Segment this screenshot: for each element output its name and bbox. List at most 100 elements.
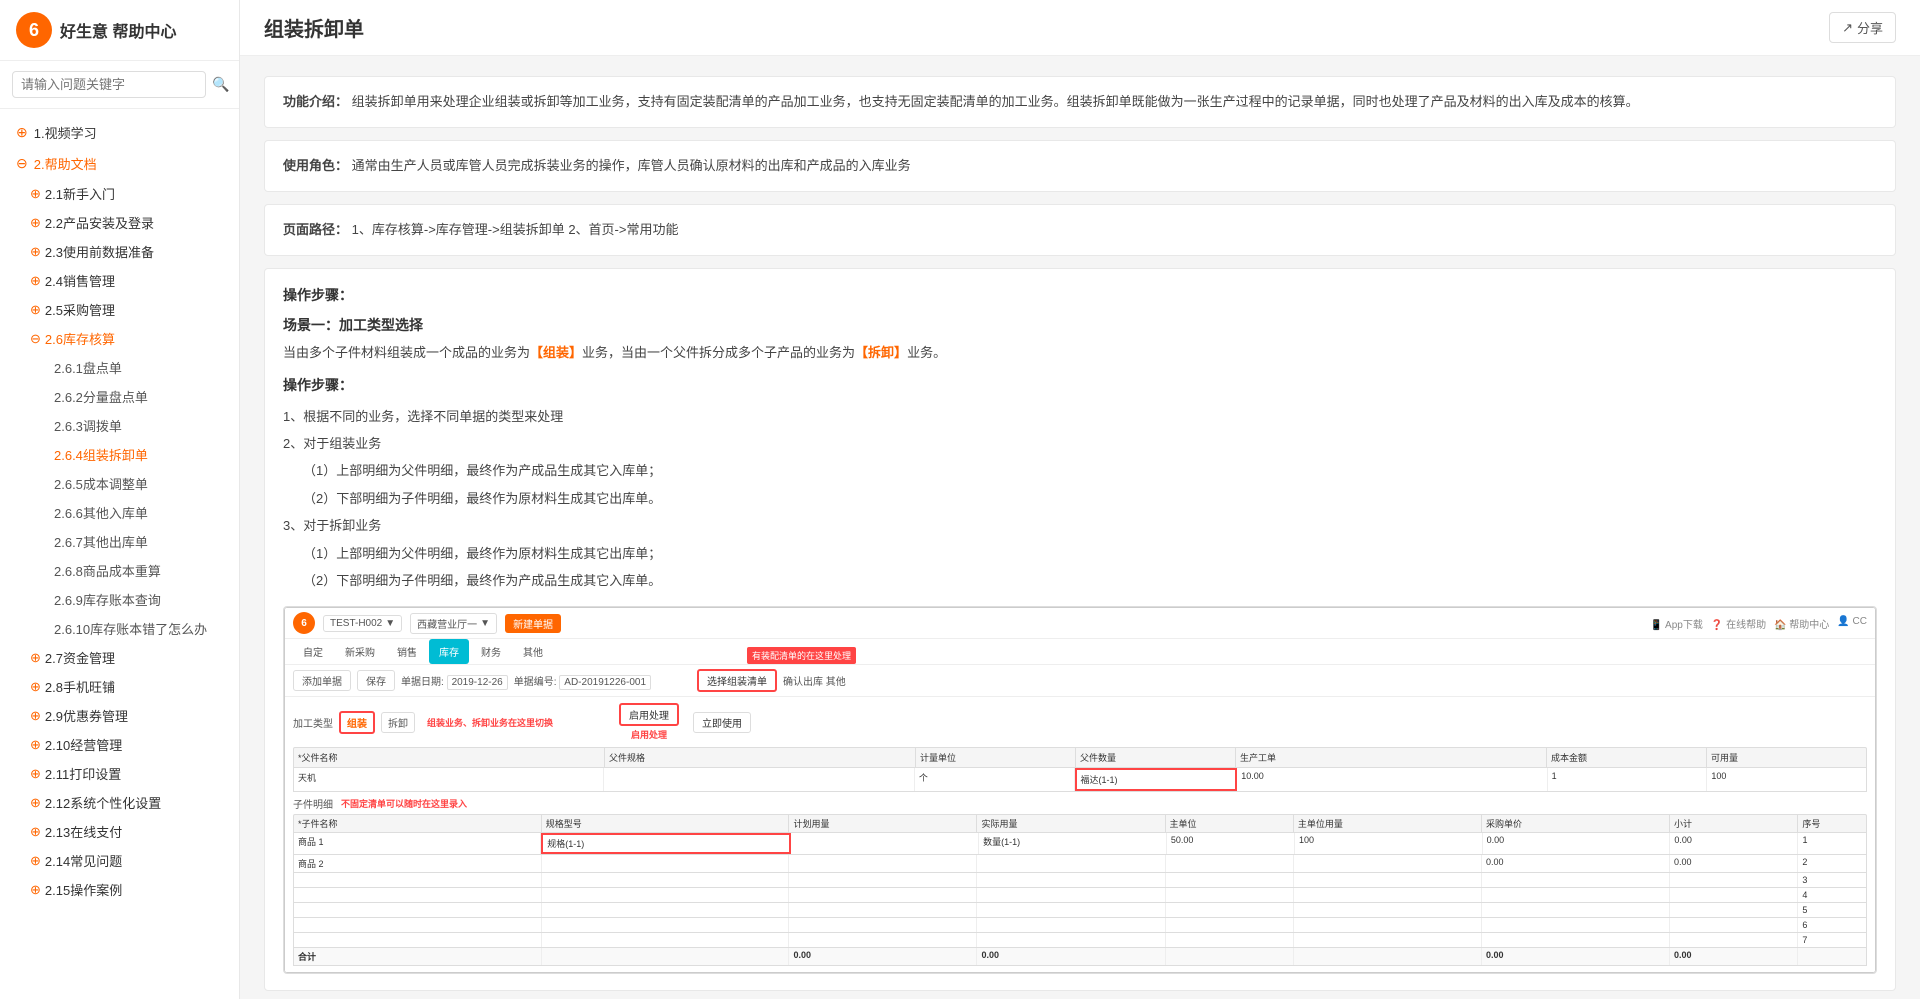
branch-dropdown[interactable]: 西藏营业厅一 ▼ xyxy=(410,613,497,634)
path-label: 页面路径： xyxy=(283,222,348,237)
sidebar-item-other-in[interactable]: 2.6.6其他入库单 xyxy=(54,498,239,527)
step3-1: （1）上部明细为父件明细，最终作为原材料生成其它出库单； xyxy=(303,542,1877,565)
operations-title: 操作步骤： xyxy=(283,285,1877,305)
sidebar-item-helpdocs[interactable]: ⊖ 2.帮助文档 xyxy=(0,148,239,179)
sidebar-item-mobile[interactable]: ⊕ 2.8手机旺铺 xyxy=(30,672,239,701)
app-topbar: 6 TEST-H002 ▼ 西藏营业厅一 ▼ 新建单据 📱 App下载 ❓ xyxy=(285,608,1875,639)
annotation1-bubble: 有装配清单的在这里处理 xyxy=(747,647,856,664)
path-text: 1、库存核算->库存管理->组装拆卸单 2、首页->常用功能 xyxy=(352,222,679,237)
sidebar-item-coupon[interactable]: ⊕ 2.9优惠券管理 xyxy=(30,701,239,730)
logo-area: 6 好生意 帮助中心 xyxy=(0,0,239,61)
more-actions: 确认出库 其他 xyxy=(783,673,846,688)
type-label: 加工类型 xyxy=(293,715,333,730)
role-text: 通常由生产人员或库管人员完成拆装业务的操作，库管人员确认原材料的出库和产成品的入… xyxy=(352,158,911,173)
sidebar-item-print[interactable]: ⊕ 2.11打印设置 xyxy=(30,759,239,788)
doc-toolbar: 添加单据 保存 单据日期: 2019-12-26 单据编号: AD-201912… xyxy=(285,665,1875,697)
annotation4: 不固定清单可以随时在这里录入 xyxy=(341,797,467,810)
assembly-btn-annotated[interactable]: 选择组装清单 xyxy=(697,669,777,692)
page-title: 组装拆卸单 xyxy=(264,13,364,42)
sidebar-item-other-out[interactable]: 2.6.7其他出库单 xyxy=(54,527,239,556)
btn-add-order[interactable]: 添加单据 xyxy=(293,670,351,691)
sidebar-item-dataprep[interactable]: ⊕ 2.3使用前数据准备 xyxy=(30,237,239,266)
step2: 2、对于组装业务 xyxy=(283,432,1877,455)
role-label: 使用角色： xyxy=(283,158,348,173)
lower-table-container: *子件名称 规格型号 计划用量 实际用量 主单位 主单位用量 采购单价 小计 序… xyxy=(293,814,1867,966)
intro-label: 功能介绍： xyxy=(283,94,348,109)
sidebar-item-partial-stocktake[interactable]: 2.6.2分量盘点单 xyxy=(54,382,239,411)
sidebar-item-assembly[interactable]: 2.6.4组装拆卸单 xyxy=(54,440,239,469)
sidebar-item-cost-adjust[interactable]: 2.6.5成本调整单 xyxy=(54,469,239,498)
steps-block: 操作步骤： 场景一：加工类型选择 当由多个子件材料组装成一个成品的业务为【组装】… xyxy=(264,268,1896,991)
upper-table-header: *父件名称 父件规格 计量单位 父件数量 生产工单 成本金额 可用量 xyxy=(293,747,1867,768)
lower-table-row-2: 商品 2 0.00 0.00 2 xyxy=(293,855,1867,873)
sidebar-item-purchase[interactable]: ⊕ 2.5采购管理 xyxy=(30,295,239,324)
annotation2: 组装业务、拆卸业务在这里切换 xyxy=(427,716,553,729)
sidebar-item-cost-recalc[interactable]: 2.6.8商品成本重算 xyxy=(54,556,239,585)
sidebar-item-ops[interactable]: ⊕ 2.10经营管理 xyxy=(30,730,239,759)
sidebar-item-ledger-fix[interactable]: 2.6.10库存账本错了怎么办 xyxy=(54,614,239,643)
sidebar-sub-helpdocs: ⊕ 2.1新手入门 ⊕ 2.2产品安装及登录 ⊕ 2.3使用前数据准备 ⊕ 2.… xyxy=(0,179,239,904)
sidebar-item-personalize[interactable]: ⊕ 2.12系统个性化设置 xyxy=(30,788,239,817)
search-button[interactable]: 🔍 xyxy=(212,76,229,93)
lower-table-row-6: 6 xyxy=(293,918,1867,933)
sidebar-item-faq[interactable]: ⊕ 2.14常见问题 xyxy=(30,846,239,875)
lower-section-label: 子件明细 不固定清单可以随时在这里录入 xyxy=(293,796,1867,811)
sidebar-item-videos[interactable]: ⊕ 1.视频学习 xyxy=(0,117,239,148)
sidebar-item-finance[interactable]: ⊕ 2.7资金管理 xyxy=(30,643,239,672)
app-logo-sm: 6 xyxy=(293,612,315,634)
sidebar-item-transfer[interactable]: 2.6.3调拨单 xyxy=(54,411,239,440)
sidebar-item-online-pay[interactable]: ⊕ 2.13在线支付 xyxy=(30,817,239,846)
lower-table-row-1: 商品 1 规格(1-1) 数量(1-1) 50.00 100 0.00 0.00… xyxy=(293,833,1867,855)
intro-text: 组装拆卸单用来处理企业组装或拆卸等加工业务，支持有固定装配清单的产品加工业务，也… xyxy=(352,94,1639,109)
share-icon: ↗ xyxy=(1842,20,1853,36)
sidebar-item-cases[interactable]: ⊕ 2.15操作案例 xyxy=(30,875,239,904)
share-button[interactable]: ↗ 分享 xyxy=(1829,12,1896,43)
app-top-icons: 📱 App下载 ❓ 在线帮助 🏠 帮助中心 👤 CC xyxy=(1650,616,1867,631)
btn-assembly[interactable]: 组装 xyxy=(339,711,375,734)
content-area: 功能介绍： 组装拆卸单用来处理企业组装或拆卸等加工业务，支持有固定装配清单的产品… xyxy=(240,56,1920,999)
nav-sales[interactable]: 销售 xyxy=(387,639,427,664)
logo-icon: 6 xyxy=(16,12,52,48)
annotation3-area: 启用处理 启用处理 xyxy=(619,703,679,741)
enable-btn[interactable]: 启用处理 xyxy=(619,703,679,726)
nav-tree: ⊕ 1.视频学习 ⊖ 2.帮助文档 ⊕ 2.1新手入门 ⊕ 2.2产品安装及登录… xyxy=(0,109,239,999)
type-select-row: 加工类型 组装 拆卸 组装业务、拆卸业务在这里切换 启用处理 启用处理 立即使用 xyxy=(293,703,1867,741)
sidebar-item-stocktake[interactable]: 2.6.1盘点单 xyxy=(54,353,239,382)
intro-block: 功能介绍： 组装拆卸单用来处理企业组装或拆卸等加工业务，支持有固定装配清单的产品… xyxy=(264,76,1896,128)
step3: 3、对于拆卸业务 xyxy=(283,514,1877,537)
collapse-icon: ⊖ xyxy=(16,155,28,172)
nav-inventory[interactable]: 库存 xyxy=(429,639,469,664)
sidebar-item-install[interactable]: ⊕ 2.2产品安装及登录 xyxy=(30,208,239,237)
search-input[interactable] xyxy=(12,71,206,98)
step3-2: （2）下部明细为子件明细，最终作为产成品生成其它入库单。 xyxy=(303,569,1877,592)
btn-disassemble[interactable]: 拆卸 xyxy=(381,712,415,733)
nav-finance[interactable]: 财务 xyxy=(471,639,511,664)
lower-table-footer: 合计 0.00 0.00 0.00 0.00 xyxy=(293,948,1867,966)
new-order-btn[interactable]: 新建单据 xyxy=(505,614,561,633)
step1: 1、根据不同的业务，选择不同单据的类型来处理 xyxy=(283,405,1877,428)
field-date: 单据日期: 2019-12-26 xyxy=(401,673,508,688)
app-nav: 自定 新采购 销售 库存 财务 其他 xyxy=(285,639,1875,665)
sidebar-item-inventory[interactable]: ⊖ 2.6库存核算 xyxy=(30,324,239,353)
sidebar-item-inv-ledger[interactable]: 2.6.9库存账本查询 xyxy=(54,585,239,614)
screenshot-container: 6 TEST-H002 ▼ 西藏营业厅一 ▼ 新建单据 📱 App下载 ❓ xyxy=(283,606,1877,974)
step2-1: （1）上部明细为父件明细，最终作为产成品生成其它入库单； xyxy=(303,459,1877,482)
main-content: 组装拆卸单 ↗ 分享 功能介绍： 组装拆卸单用来处理企业组装或拆卸等加工业务，支… xyxy=(240,0,1920,999)
expand-icon: ⊕ xyxy=(16,124,28,141)
logo-text: 好生意 帮助中心 xyxy=(60,18,176,42)
nav-purchase[interactable]: 新采购 xyxy=(335,639,385,664)
step2-2: （2）下部明细为子件明细，最终作为原材料生成其它出库单。 xyxy=(303,487,1877,510)
nav-custom[interactable]: 自定 xyxy=(293,639,333,664)
nav-other[interactable]: 其他 xyxy=(513,639,553,664)
scene1-desc: 当由多个子件材料组装成一个成品的业务为【组装】业务，当由一个父件拆分成多个子产品… xyxy=(283,341,1877,364)
sidebar: 6 好生意 帮助中心 🔍 ⊕ 1.视频学习 ⊖ 2.帮助文档 ⊕ 2.1新手入门… xyxy=(0,0,240,999)
field-id: 单据编号: AD-20191226-001 xyxy=(514,673,651,688)
confirm-btn[interactable]: 立即使用 xyxy=(693,712,751,733)
btn-save-doc[interactable]: 保存 xyxy=(357,670,395,691)
annotation1-area: 选择组装清单 有装配清单的在这里处理 xyxy=(697,669,777,692)
company-dropdown[interactable]: TEST-H002 ▼ xyxy=(323,615,402,632)
lower-table-row-4: 4 xyxy=(293,888,1867,903)
steps-title: 操作步骤： xyxy=(283,375,1877,395)
sidebar-item-sales[interactable]: ⊕ 2.4销售管理 xyxy=(30,266,239,295)
sidebar-item-newuser[interactable]: ⊕ 2.1新手入门 xyxy=(30,179,239,208)
